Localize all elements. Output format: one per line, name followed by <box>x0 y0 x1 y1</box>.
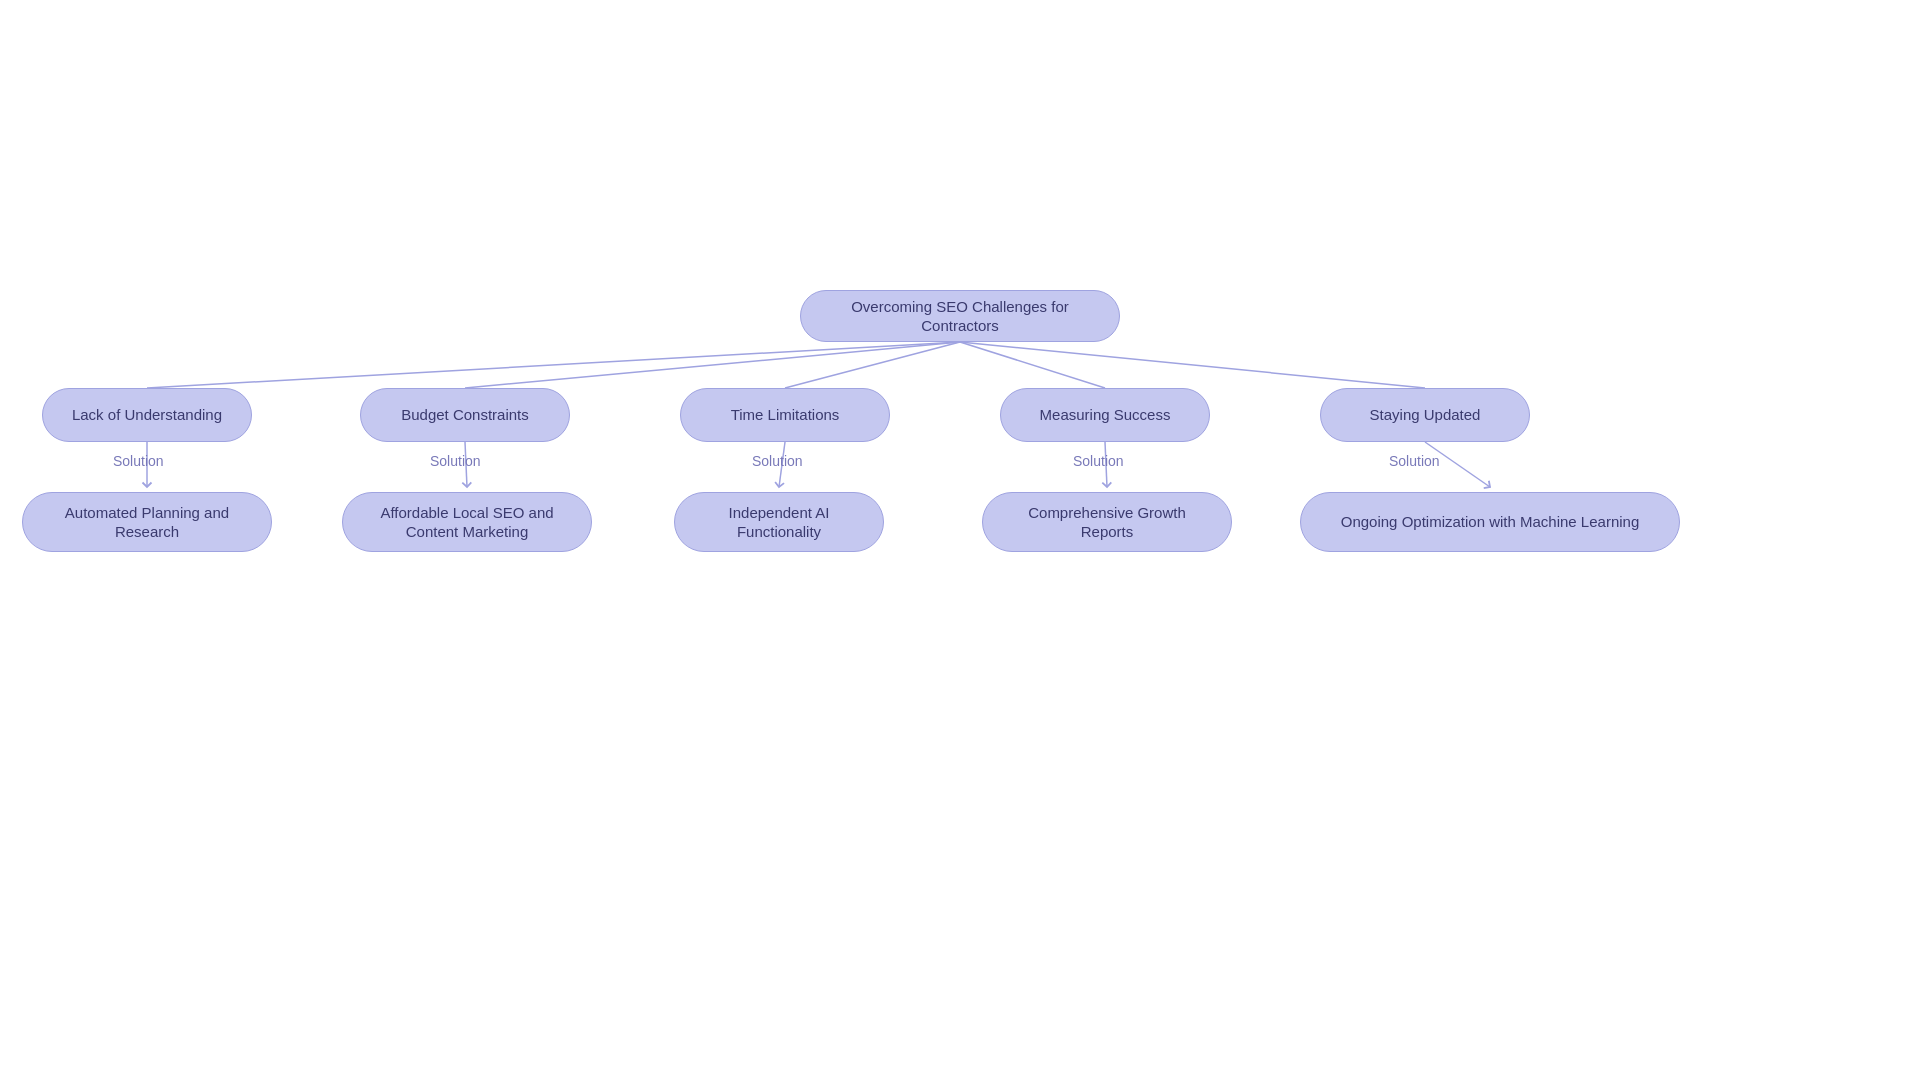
challenge-node-2: Budget Constraints <box>360 388 570 442</box>
challenge-node-5: Staying Updated <box>1320 388 1530 442</box>
solution-node-5: Ongoing Optimization with Machine Learni… <box>1300 492 1680 552</box>
challenge-node-3: Time Limitations <box>680 388 890 442</box>
challenge-node-1: Lack of Understanding <box>42 388 252 442</box>
solution-node-1: Automated Planning and Research <box>22 492 272 552</box>
solution-label-3: Solution <box>752 453 803 469</box>
solution-label-1: Solution <box>113 453 164 469</box>
solution-label-4: Solution <box>1073 453 1124 469</box>
solution-node-2: Affordable Local SEO and Content Marketi… <box>342 492 592 552</box>
svg-line-0 <box>147 342 960 388</box>
solution-node-3: Independent AI Functionality <box>674 492 884 552</box>
svg-line-3 <box>960 342 1105 388</box>
root-node: Overcoming SEO Challenges for Contractor… <box>800 290 1120 342</box>
svg-line-2 <box>785 342 960 388</box>
solution-label-2: Solution <box>430 453 481 469</box>
challenge-node-4: Measuring Success <box>1000 388 1210 442</box>
svg-line-4 <box>960 342 1425 388</box>
solution-label-5: Solution <box>1389 453 1440 469</box>
diagram-container: Overcoming SEO Challenges for Contractor… <box>0 0 1920 1083</box>
svg-line-1 <box>465 342 960 388</box>
solution-node-4: Comprehensive Growth Reports <box>982 492 1232 552</box>
